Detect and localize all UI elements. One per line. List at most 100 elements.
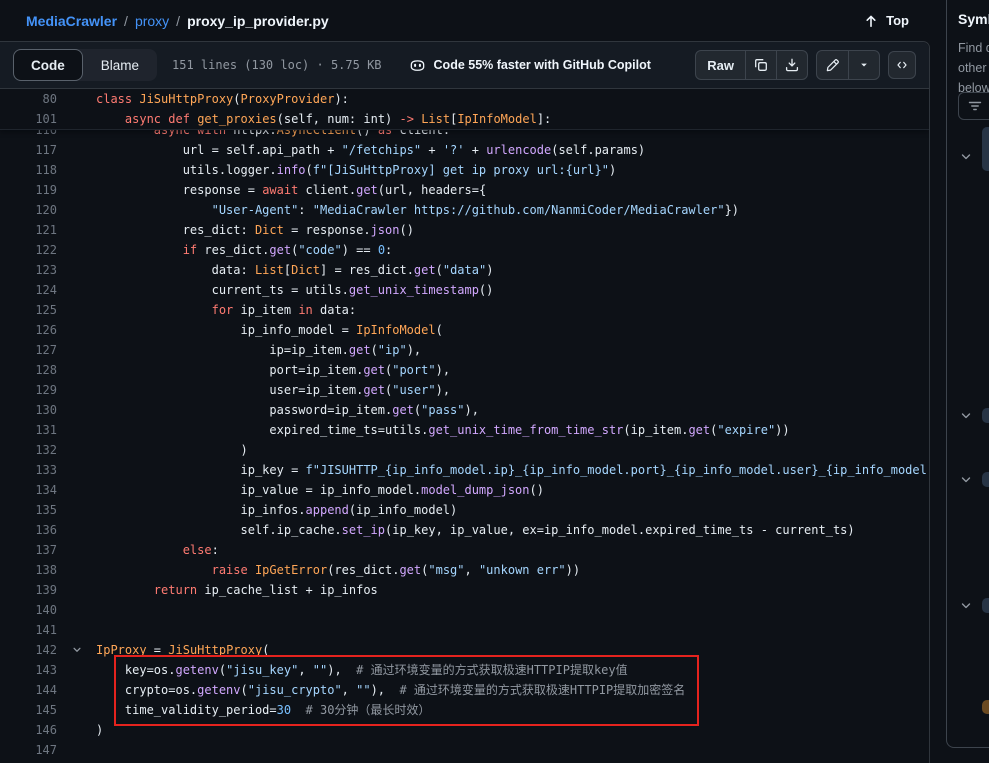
code-line-136: 136 self.ip_cache.set_ip(ip_key, ip_valu… (0, 520, 929, 540)
edit-button[interactable] (817, 51, 848, 79)
line-number[interactable]: 130 (0, 403, 57, 417)
breadcrumb-folder-link[interactable]: proxy (135, 13, 169, 29)
line-number[interactable]: 126 (0, 323, 57, 337)
github-code-view: MediaCrawler / proxy / proxy_ip_provider… (0, 0, 989, 763)
highlight-rectangle (114, 655, 699, 726)
file-toolbar: Code Blame 151 lines (130 loc) · 5.75 KB… (0, 42, 929, 89)
symbol-item-stub[interactable] (982, 598, 989, 613)
code-text: if res_dict.get("code") == 0: (96, 240, 392, 260)
symbol-tree-chevron[interactable] (960, 474, 972, 486)
fold-chevron-icon[interactable] (72, 645, 82, 655)
tab-blame[interactable]: Blame (83, 49, 157, 81)
copy-button[interactable] (745, 51, 776, 79)
code-text: self.ip_cache.set_ip(ip_key, ip_value, e… (96, 520, 855, 540)
code-text: ip=ip_item.get("ip"), (96, 340, 421, 360)
line-number[interactable]: 138 (0, 563, 57, 577)
arrow-up-icon (863, 13, 879, 29)
breadcrumb-repo-link[interactable]: MediaCrawler (26, 13, 117, 29)
file-meta-info: 151 lines (130 loc) · 5.75 KB (172, 58, 382, 72)
line-number[interactable]: 128 (0, 363, 57, 377)
code-text: else: (96, 540, 219, 560)
line-number[interactable]: 139 (0, 583, 57, 597)
line-number[interactable]: 80 (0, 92, 57, 106)
caret-down-icon (858, 59, 870, 71)
line-number[interactable]: 140 (0, 603, 57, 617)
code-line-133: 133 ip_key = f"JISUHTTP_{ip_info_model.i… (0, 460, 929, 480)
code-line-122: 122 if res_dict.get("code") == 0: (0, 240, 929, 260)
code-text: class JiSuHttpProxy(ProxyProvider): (96, 89, 349, 109)
code-line-138: 138 raise IpGetError(res_dict.get("msg",… (0, 560, 929, 580)
raw-button[interactable]: Raw (696, 51, 745, 79)
code-blame-switcher: Code Blame (13, 49, 157, 81)
line-number[interactable]: 121 (0, 223, 57, 237)
line-number[interactable]: 142 (0, 643, 57, 657)
symbol-item-stub[interactable] (982, 700, 989, 714)
code-text: raise IpGetError(res_dict.get("msg", "un… (96, 560, 580, 580)
code-brackets-icon (895, 58, 909, 72)
code-text: ) (96, 720, 103, 740)
code-line-141: 141 (0, 620, 929, 640)
edit-group (816, 50, 880, 80)
symbols-panel-title: Symbols (958, 11, 989, 27)
line-number[interactable]: 125 (0, 303, 57, 317)
line-number[interactable]: 144 (0, 683, 57, 697)
sticky-scope-lines: 80class JiSuHttpProxy(ProxyProvider):101… (0, 89, 929, 129)
symbol-tree-chevron[interactable] (960, 600, 972, 612)
symbols-panel-toggle-button[interactable] (888, 51, 916, 79)
code-text: return ip_cache_list + ip_infos (96, 580, 378, 600)
line-number[interactable]: 118 (0, 163, 57, 177)
symbol-item-stub[interactable] (982, 472, 989, 487)
line-number[interactable]: 122 (0, 243, 57, 257)
symbol-tree-chevron[interactable] (960, 410, 972, 422)
code-text: ip_key = f"JISUHTTP_{ip_info_model.ip}_{… (96, 460, 929, 480)
line-number[interactable]: 129 (0, 383, 57, 397)
line-number[interactable]: 127 (0, 343, 57, 357)
code-line-121: 121 res_dict: Dict = response.json() (0, 220, 929, 240)
code-text: res_dict: Dict = response.json() (96, 220, 414, 240)
back-to-top-button[interactable]: Top (863, 13, 909, 29)
download-button[interactable] (776, 51, 807, 79)
code-line-101: 101 async def get_proxies(self, num: int… (0, 109, 929, 129)
symbol-item-stub[interactable] (982, 127, 989, 171)
code-text: current_ts = utils.get_unix_timestamp() (96, 280, 493, 300)
code-text: utils.logger.info(f"[JiSuHttpProxy] get … (96, 160, 616, 180)
code-text: ) (96, 440, 248, 460)
line-number[interactable]: 133 (0, 463, 57, 477)
code-line-126: 126 ip_info_model = IpInfoModel( (0, 320, 929, 340)
tab-code[interactable]: Code (13, 49, 83, 81)
fold-toggle[interactable] (57, 645, 96, 655)
code-text: ip_value = ip_info_model.model_dump_json… (96, 480, 544, 500)
symbol-item-stub[interactable] (982, 408, 989, 423)
download-icon (784, 57, 800, 73)
line-number[interactable]: 124 (0, 283, 57, 297)
line-number[interactable]: 137 (0, 543, 57, 557)
line-number[interactable]: 123 (0, 263, 57, 277)
breadcrumb-separator: / (124, 13, 128, 29)
line-number[interactable]: 147 (0, 743, 57, 757)
edit-dropdown-button[interactable] (848, 51, 879, 79)
line-number[interactable]: 135 (0, 503, 57, 517)
line-number[interactable]: 134 (0, 483, 57, 497)
code-line-147: 147 (0, 740, 929, 760)
line-number[interactable]: 143 (0, 663, 57, 677)
code-line-125: 125 for ip_item in data: (0, 300, 929, 320)
line-number[interactable]: 117 (0, 143, 57, 157)
code-line-128: 128 port=ip_item.get("port"), (0, 360, 929, 380)
breadcrumb: MediaCrawler / proxy / proxy_ip_provider… (0, 0, 945, 41)
line-number[interactable]: 141 (0, 623, 57, 637)
line-number[interactable]: 119 (0, 183, 57, 197)
code-line-129: 129 user=ip_item.get("user"), (0, 380, 929, 400)
line-number[interactable]: 136 (0, 523, 57, 537)
symbols-panel: Symbols Find definitions and references … (945, 0, 989, 763)
copilot-banner[interactable]: Code 55% faster with GitHub Copilot (409, 57, 651, 74)
symbol-tree-chevron[interactable] (960, 151, 972, 163)
code-line-118: 118 utils.logger.info(f"[JiSuHttpProxy] … (0, 160, 929, 180)
line-number[interactable]: 101 (0, 112, 57, 126)
line-number[interactable]: 131 (0, 423, 57, 437)
symbols-filter-input[interactable] (958, 92, 989, 120)
line-number[interactable]: 120 (0, 203, 57, 217)
line-number[interactable]: 132 (0, 443, 57, 457)
line-number[interactable]: 145 (0, 703, 57, 717)
code-text: user=ip_item.get("user"), (96, 380, 450, 400)
line-number[interactable]: 146 (0, 723, 57, 737)
